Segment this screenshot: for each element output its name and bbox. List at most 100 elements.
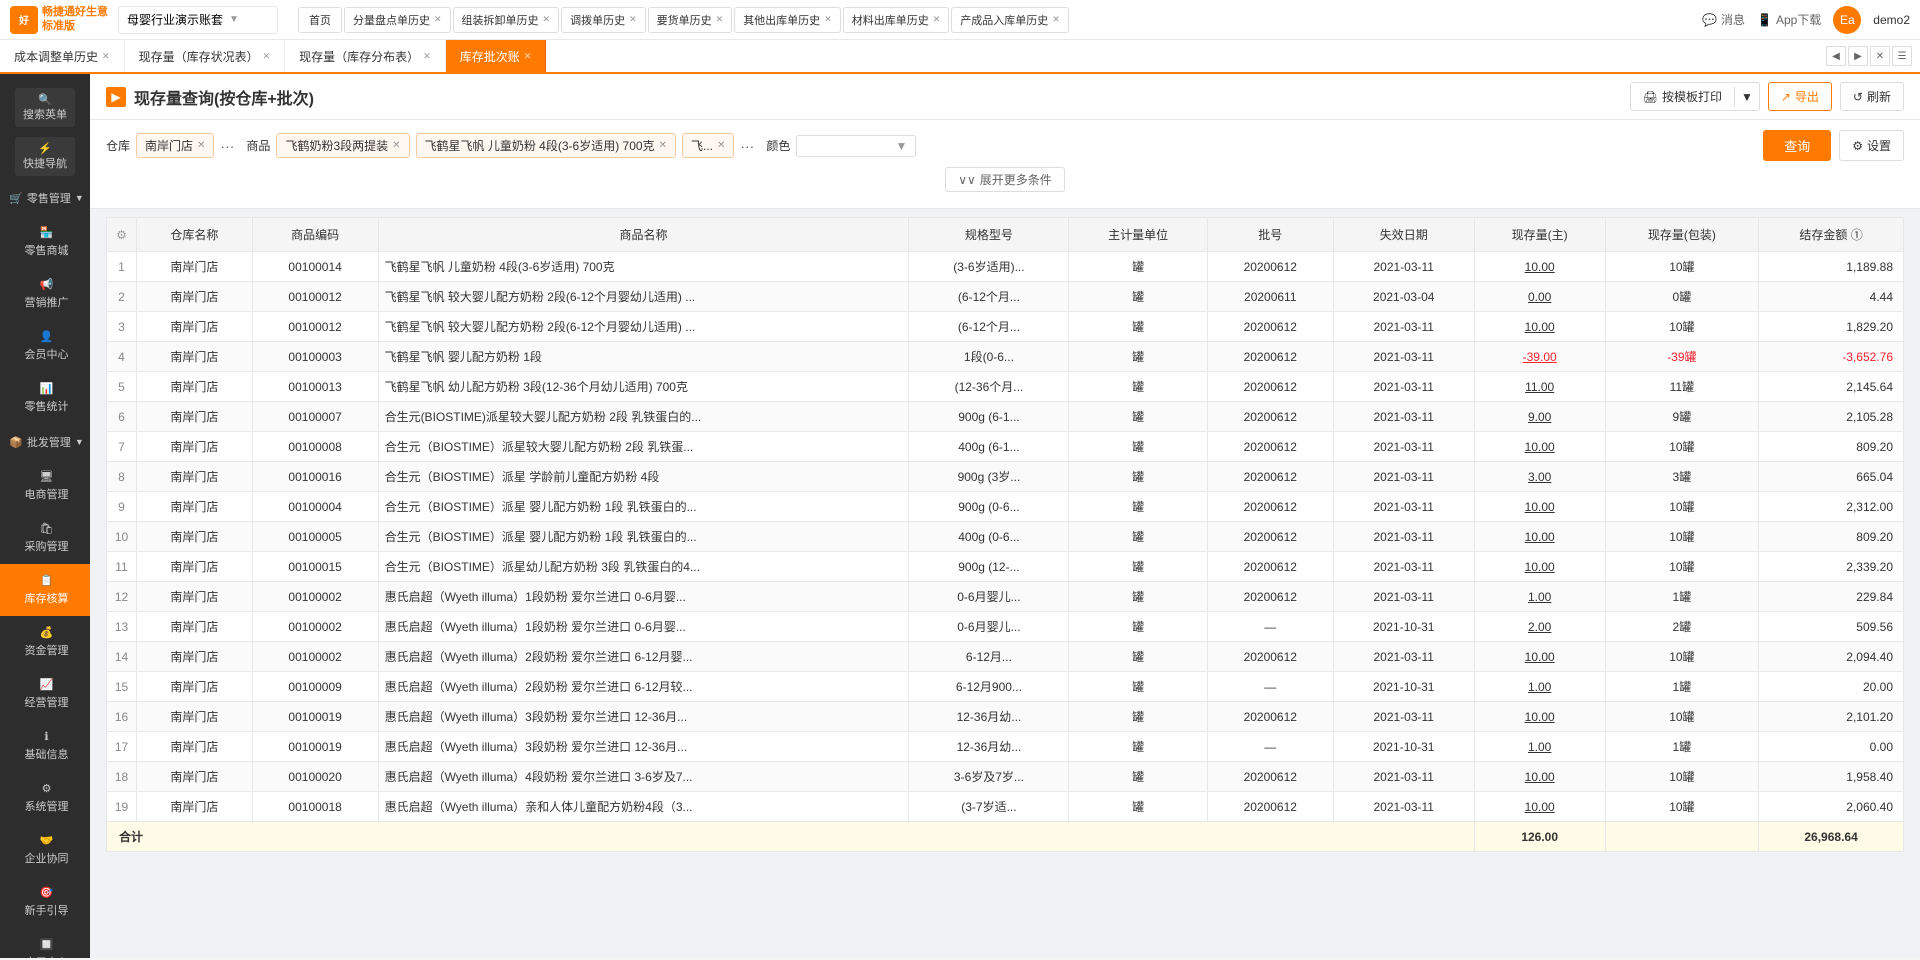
- message-btn[interactable]: 💬 消息: [1702, 11, 1745, 28]
- sidebar-quick-nav[interactable]: ⚡ 快捷导航: [15, 137, 75, 176]
- cell-qty-main[interactable]: 10.00: [1474, 312, 1605, 342]
- query-btn[interactable]: 查询: [1763, 130, 1831, 161]
- tab-qita[interactable]: 其他出库单历史 ✕: [734, 7, 841, 33]
- sidebar-item-basic[interactable]: ℹ 基础信息: [0, 720, 90, 772]
- nav-tab-kucun-active[interactable]: 库存批次账 ✕: [446, 40, 547, 73]
- col-settings[interactable]: ⚙: [107, 218, 137, 252]
- goods-tag-1[interactable]: 飞鹤奶粉3段两提装 ✕: [276, 133, 409, 158]
- app-download-btn[interactable]: 📱 App下载: [1757, 11, 1821, 28]
- cell-qty-main[interactable]: 1.00: [1474, 732, 1605, 762]
- cell-qty-main[interactable]: 1.00: [1474, 582, 1605, 612]
- cell-warehouse: 南岸门店: [137, 612, 253, 642]
- cell-qty-main[interactable]: 9.00: [1474, 402, 1605, 432]
- cell-qty-main[interactable]: -39.00: [1474, 342, 1605, 372]
- cell-qty-main[interactable]: 10.00: [1474, 792, 1605, 822]
- sidebar-item-wholesale[interactable]: 📦 批发管理 ▼: [0, 424, 90, 460]
- account-selector[interactable]: 母婴行业演示账套 ▼: [118, 6, 278, 34]
- cell-qty-main[interactable]: 2.00: [1474, 612, 1605, 642]
- avatar-initials: Ea: [1840, 13, 1855, 27]
- cell-amount: 2,145.64: [1759, 372, 1904, 402]
- sidebar-item-ecommerce[interactable]: 🖥 电商管理: [0, 460, 90, 512]
- export-icon: ↗: [1781, 90, 1791, 104]
- table-row: 19 南岸门店 00100018 惠氏启超（Wyeth illuma）亲和人体儿…: [107, 792, 1904, 822]
- refresh-btn[interactable]: ↺ 刷新: [1840, 82, 1904, 111]
- export-btn[interactable]: ↗ 导出: [1768, 82, 1832, 111]
- sidebar-item-apps[interactable]: 🔲 应用中心: [0, 928, 90, 958]
- sidebar-item-retail-mgmt[interactable]: 🛒 零售管理 ▼: [0, 180, 90, 216]
- cell-qty-main[interactable]: 10.00: [1474, 702, 1605, 732]
- cell-amount: 20.00: [1759, 672, 1904, 702]
- tab-chancheng[interactable]: 产成品入库单历史 ✕: [951, 7, 1069, 33]
- tab-cailiao[interactable]: 材料出库单历史 ✕: [843, 7, 950, 33]
- sidebar-item-operation[interactable]: 📈 经营管理: [0, 668, 90, 720]
- cell-qty-main[interactable]: 11.00: [1474, 372, 1605, 402]
- cell-warehouse: 南岸门店: [137, 252, 253, 282]
- expand-btn[interactable]: ∨∨ 展开更多条件: [945, 167, 1065, 192]
- tab-home[interactable]: 首页: [298, 7, 342, 33]
- cell-name: 惠氏启超（Wyeth illuma）3段奶粉 爱尔兰进口 12-36月...: [378, 732, 909, 762]
- nav-next[interactable]: ▶: [1848, 46, 1868, 66]
- goods-tag-1-remove[interactable]: ✕: [392, 140, 400, 151]
- cell-num: 10: [107, 522, 137, 552]
- cell-qty-main[interactable]: 10.00: [1474, 552, 1605, 582]
- tab-yaohuo[interactable]: 要货单历史 ✕: [648, 7, 733, 33]
- cell-qty-main[interactable]: 10.00: [1474, 432, 1605, 462]
- nav-close[interactable]: ✕: [1870, 46, 1890, 66]
- goods-tag-more-remove[interactable]: ✕: [717, 140, 725, 151]
- goods-tag-more[interactable]: 飞... ✕: [682, 133, 734, 158]
- cell-code: 00100005: [252, 522, 378, 552]
- sidebar-item-retail-mall[interactable]: 🏪 零售商城: [0, 216, 90, 268]
- sidebar-item-purchase[interactable]: 🛍 采购管理: [0, 512, 90, 564]
- sidebar-search[interactable]: 🔍 搜索英单: [15, 88, 75, 127]
- goods-tag-2[interactable]: 飞鹤星飞帆 儿童奶粉 4段(3-6岁适用) 700克 ✕: [416, 133, 676, 158]
- purchase-label: 采购管理: [25, 538, 69, 554]
- avatar[interactable]: Ea: [1833, 6, 1861, 34]
- settings-btn[interactable]: ⚙ 设置: [1839, 130, 1904, 161]
- cell-code: 00100014: [252, 252, 378, 282]
- cell-qty-main[interactable]: 0.00: [1474, 282, 1605, 312]
- warehouse-tag[interactable]: 南岸门店 ✕: [136, 133, 214, 158]
- cell-spec: 400g (6-1...: [909, 432, 1069, 462]
- filter-actions: 查询 ⚙ 设置: [1763, 130, 1904, 161]
- nav-tab-chengben[interactable]: 成本调整单历史 ✕: [0, 40, 125, 73]
- print-btn[interactable]: 🖨 按模板打印: [1631, 83, 1734, 110]
- cell-name: 惠氏启超（Wyeth illuma）2段奶粉 爱尔兰进口 6-12月婴...: [378, 642, 909, 672]
- warehouse-more-btn[interactable]: ···: [220, 138, 234, 154]
- cell-qty-main[interactable]: 10.00: [1474, 642, 1605, 672]
- sidebar-item-member[interactable]: 👤 会员中心: [0, 320, 90, 372]
- sidebar-item-collab[interactable]: 🤝 企业协同: [0, 824, 90, 876]
- tab-fenpan[interactable]: 分量盘点单历史 ✕: [344, 7, 451, 33]
- nav-prev[interactable]: ◀: [1826, 46, 1846, 66]
- cell-num: 14: [107, 642, 137, 672]
- goods-more-btn[interactable]: ···: [740, 138, 754, 154]
- expand-arrow[interactable]: ▶: [106, 87, 126, 107]
- table-row: 6 南岸门店 00100007 合生元(BIOSTIME)派星较大婴儿配方奶粉 …: [107, 402, 1904, 432]
- sidebar-item-retail-stats[interactable]: 📊 零售统计: [0, 372, 90, 424]
- tab-diaob[interactable]: 调拨单历史 ✕: [561, 7, 646, 33]
- nav-tab-xiancun2[interactable]: 现存量（库存分布表）✕: [285, 40, 446, 73]
- col-unit: 主计量单位: [1069, 218, 1207, 252]
- sidebar-item-marketing[interactable]: 📢 营销推广: [0, 268, 90, 320]
- goods-tag-2-remove[interactable]: ✕: [659, 140, 667, 151]
- cell-qty-pkg: 10罐: [1605, 492, 1759, 522]
- cell-qty-main[interactable]: 3.00: [1474, 462, 1605, 492]
- settings-col-icon[interactable]: ⚙: [116, 228, 127, 242]
- cell-spec: 1段(0-6...: [909, 342, 1069, 372]
- nav-tab-xiancun1[interactable]: 现存量（库存状况表）✕: [125, 40, 286, 73]
- cell-qty-main[interactable]: 10.00: [1474, 252, 1605, 282]
- cell-amount: 809.20: [1759, 432, 1904, 462]
- cell-warehouse: 南岸门店: [137, 462, 253, 492]
- cell-qty-main[interactable]: 1.00: [1474, 672, 1605, 702]
- nav-menu[interactable]: ☰: [1892, 46, 1912, 66]
- sidebar-item-inventory[interactable]: 📋 库存核算: [0, 564, 90, 616]
- warehouse-remove[interactable]: ✕: [197, 140, 205, 151]
- sidebar-item-finance[interactable]: 💰 资金管理: [0, 616, 90, 668]
- sidebar-item-system[interactable]: ⚙ 系统管理: [0, 772, 90, 824]
- color-dropdown[interactable]: ▼: [796, 135, 916, 157]
- sidebar-item-guide[interactable]: 🎯 新手引导: [0, 876, 90, 928]
- tab-zuzhuang[interactable]: 组装拆卸单历史 ✕: [453, 7, 560, 33]
- cell-qty-main[interactable]: 10.00: [1474, 492, 1605, 522]
- cell-qty-main[interactable]: 10.00: [1474, 762, 1605, 792]
- print-dropdown[interactable]: ▼: [1735, 85, 1759, 109]
- cell-qty-main[interactable]: 10.00: [1474, 522, 1605, 552]
